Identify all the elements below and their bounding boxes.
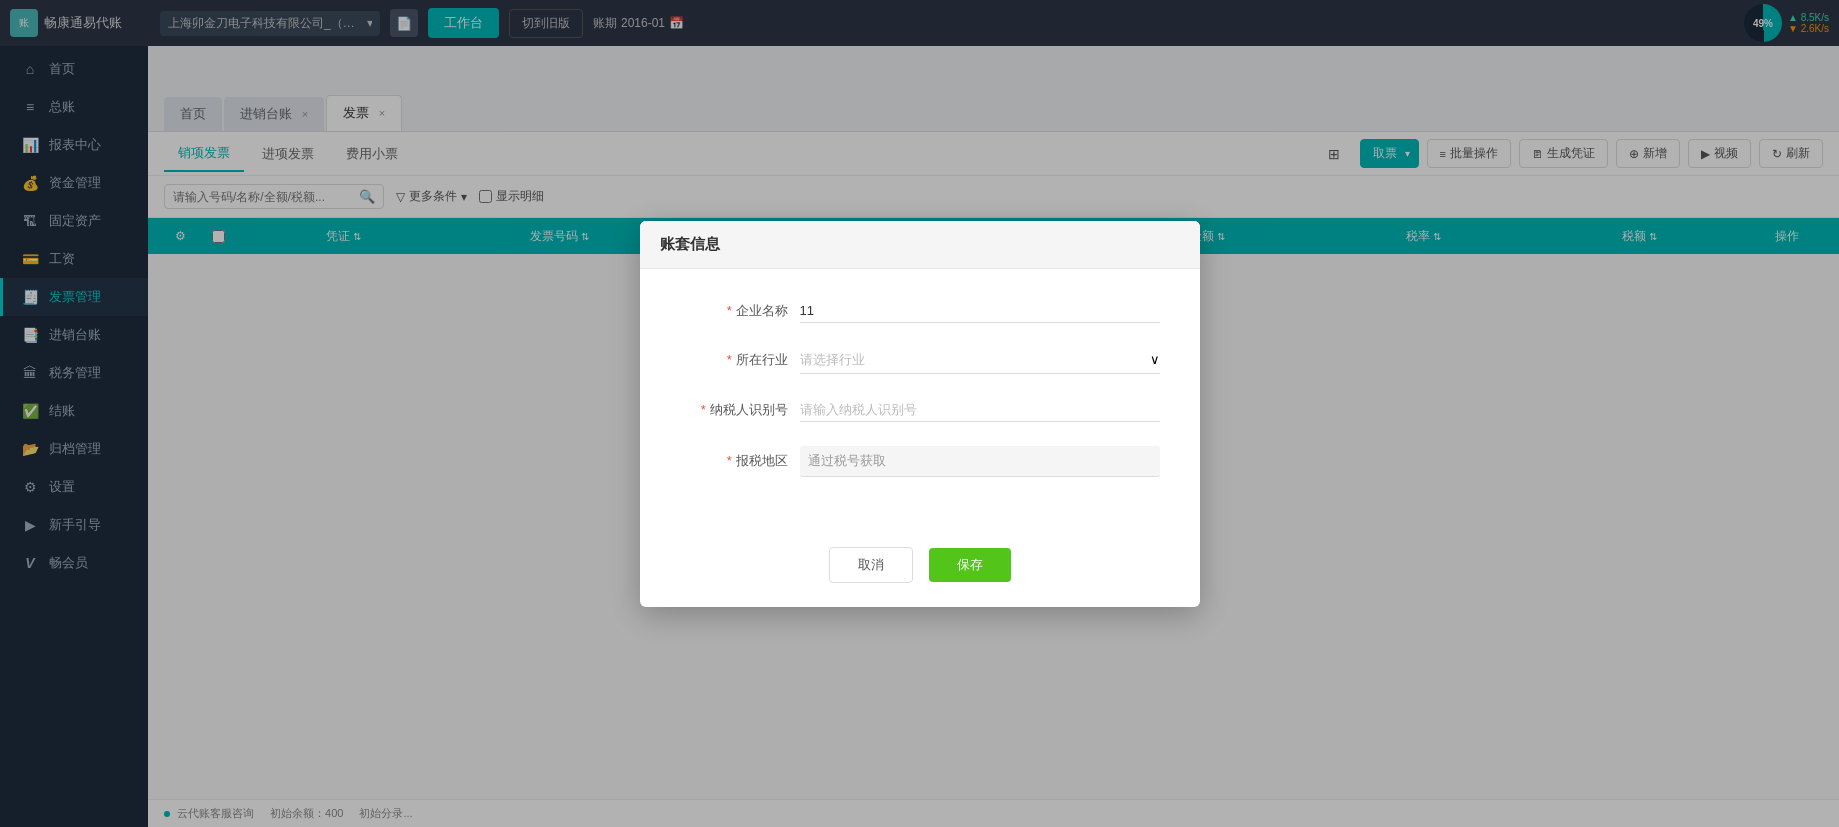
dialog-footer: 取消 保存 bbox=[640, 531, 1200, 607]
required-star: * bbox=[727, 303, 732, 318]
required-star-4: * bbox=[727, 453, 732, 468]
save-button[interactable]: 保存 bbox=[929, 548, 1011, 582]
required-star-2: * bbox=[727, 352, 732, 367]
tax-region-disabled-input: 通过税号获取 bbox=[800, 446, 1160, 477]
tax-region-placeholder: 通过税号获取 bbox=[808, 453, 886, 468]
required-star-3: * bbox=[701, 402, 706, 417]
tax-region-control: 通过税号获取 bbox=[800, 446, 1160, 477]
dialog-overlay: 账套信息 * 企业名称 * 所在行业 bbox=[0, 0, 1839, 827]
industry-row: * 所在行业 请选择行业 ∨ bbox=[680, 347, 1160, 374]
industry-control: 请选择行业 ∨ bbox=[800, 347, 1160, 374]
tax-region-label: * 报税地区 bbox=[680, 452, 800, 470]
account-info-dialog: 账套信息 * 企业名称 * 所在行业 bbox=[640, 221, 1200, 607]
company-name-row: * 企业名称 bbox=[680, 299, 1160, 323]
dialog-body: * 企业名称 * 所在行业 请选择行业 ∨ bbox=[640, 269, 1200, 531]
tax-region-row: * 报税地区 通过税号获取 bbox=[680, 446, 1160, 477]
tax-id-label: * 纳税人识别号 bbox=[680, 401, 800, 419]
tax-id-row: * 纳税人识别号 bbox=[680, 398, 1160, 422]
company-name-input[interactable] bbox=[800, 299, 1160, 323]
industry-select[interactable]: 请选择行业 ∨ bbox=[800, 347, 1160, 374]
industry-chevron-icon: ∨ bbox=[1150, 352, 1160, 367]
dialog-header: 账套信息 bbox=[640, 221, 1200, 269]
dialog-title: 账套信息 bbox=[660, 235, 720, 252]
company-name-label: * 企业名称 bbox=[680, 302, 800, 320]
tax-id-control bbox=[800, 398, 1160, 422]
industry-label: * 所在行业 bbox=[680, 351, 800, 369]
tax-id-input[interactable] bbox=[800, 398, 1160, 422]
company-name-control bbox=[800, 299, 1160, 323]
cancel-button[interactable]: 取消 bbox=[829, 547, 913, 583]
industry-placeholder: 请选择行业 bbox=[800, 351, 865, 369]
